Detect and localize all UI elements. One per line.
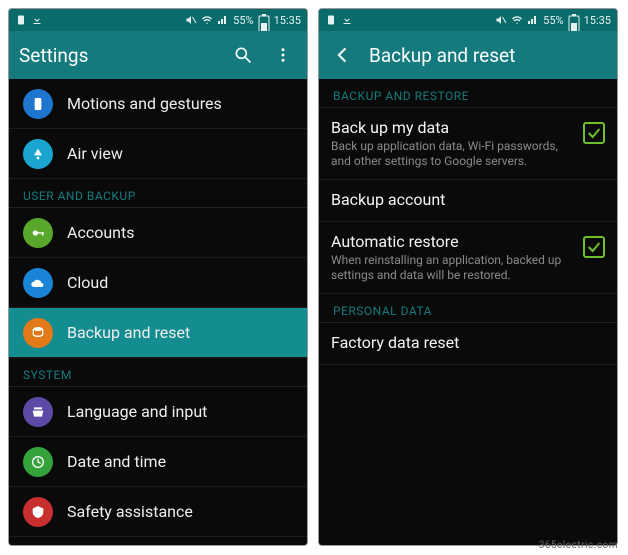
settings-item-label: Backup and reset	[67, 323, 293, 342]
preference-subtitle: When reinstalling an application, backed…	[331, 253, 573, 283]
wifi-icon	[511, 14, 523, 26]
download-icon	[31, 14, 43, 26]
list-section-system: Language and input Date and time Safety as…	[9, 387, 307, 545]
motion-icon	[23, 89, 53, 119]
overflow-menu-button[interactable]	[269, 41, 297, 69]
download-icon	[341, 14, 353, 26]
list-section-top: Motions and gestures Air view	[9, 79, 307, 179]
checkbox[interactable]	[583, 236, 605, 258]
settings-list[interactable]: Motions and gestures Air view USER AND BA…	[9, 79, 307, 545]
watermark-text: 365electric.com	[539, 540, 618, 551]
backup-reset-screen: 55% 15:35 Backup and reset BACKUP AND RE…	[318, 8, 618, 546]
battery-icon	[258, 14, 270, 26]
search-icon	[233, 45, 253, 65]
backup-icon	[23, 318, 53, 348]
sim-icon	[15, 14, 27, 26]
clock-time: 15:35	[274, 14, 301, 27]
clock-time: 15:35	[584, 14, 611, 27]
safety-icon	[23, 497, 53, 527]
settings-item[interactable]: Language and input	[9, 387, 307, 437]
settings-item[interactable]: Safety assistance	[9, 487, 307, 537]
settings-item[interactable]: Accounts	[9, 208, 307, 258]
overflow-icon	[274, 46, 292, 64]
cloud-icon	[23, 268, 53, 298]
battery-icon	[568, 14, 580, 26]
wifi-icon	[201, 14, 213, 26]
check-icon	[586, 239, 602, 255]
status-bar: 55% 15:35	[9, 9, 307, 31]
check-icon	[586, 125, 602, 141]
mute-icon	[185, 14, 197, 26]
preference-title: Automatic restore	[331, 232, 573, 251]
settings-item[interactable]: Accessories	[9, 537, 307, 545]
battery-percent: 55%	[233, 14, 253, 27]
preference-title: Factory data reset	[331, 333, 605, 352]
settings-item[interactable]: Motions and gestures	[9, 79, 307, 129]
page-title: Backup and reset	[369, 44, 607, 67]
section-header-user-backup: USER AND BACKUP	[9, 179, 307, 208]
settings-item-label: Motions and gestures	[67, 94, 293, 113]
list-section-user-backup: Accounts Cloud Backup and reset	[9, 208, 307, 358]
settings-item-label: Cloud	[67, 273, 293, 292]
signal-icon	[217, 14, 229, 26]
personal-data-section: Factory data reset	[319, 323, 617, 365]
settings-item[interactable]: Backup and reset	[9, 308, 307, 358]
preference-item[interactable]: Backup account	[319, 180, 617, 222]
preference-item[interactable]: Back up my data Back up application data,…	[319, 108, 617, 180]
preference-subtitle: Back up application data, Wi-Fi password…	[331, 139, 573, 169]
settings-item-label: Date and time	[67, 452, 293, 471]
search-button[interactable]	[229, 41, 257, 69]
preference-item[interactable]: Factory data reset	[319, 323, 617, 365]
section-header-personal-data: PERSONAL DATA	[319, 294, 617, 323]
battery-percent: 55%	[543, 14, 563, 27]
sim-icon	[325, 14, 337, 26]
key-icon	[23, 218, 53, 248]
mute-icon	[495, 14, 507, 26]
settings-item[interactable]: Date and time	[9, 437, 307, 487]
backup-list[interactable]: BACKUP AND RESTORE Back up my dataBack u…	[319, 79, 617, 545]
preference-title: Back up my data	[331, 118, 573, 137]
airview-icon	[23, 139, 53, 169]
clock-icon	[23, 447, 53, 477]
signal-icon	[527, 14, 539, 26]
status-bar: 55% 15:35	[319, 9, 617, 31]
settings-item-label: Accounts	[67, 223, 293, 242]
preference-title: Backup account	[331, 190, 605, 209]
chevron-left-icon	[333, 45, 353, 65]
preference-item[interactable]: Automatic restore When reinstalling an ap…	[319, 222, 617, 294]
app-bar: Settings	[9, 31, 307, 79]
lang-icon	[23, 397, 53, 427]
section-header-system: SYSTEM	[9, 358, 307, 387]
settings-screen: 55% 15:35 Settings Motions and gestures A…	[8, 8, 308, 546]
page-title: Settings	[19, 44, 217, 67]
checkbox[interactable]	[583, 122, 605, 144]
section-header-backup-restore: BACKUP AND RESTORE	[319, 79, 617, 108]
backup-restore-section: Back up my data Back up application data,…	[319, 108, 617, 294]
settings-item-label: Safety assistance	[67, 502, 293, 521]
app-bar: Backup and reset	[319, 31, 617, 79]
settings-item-label: Language and input	[67, 402, 293, 421]
settings-item-label: Air view	[67, 144, 293, 163]
back-button[interactable]	[329, 41, 357, 69]
settings-item[interactable]: Cloud	[9, 258, 307, 308]
settings-item[interactable]: Air view	[9, 129, 307, 179]
